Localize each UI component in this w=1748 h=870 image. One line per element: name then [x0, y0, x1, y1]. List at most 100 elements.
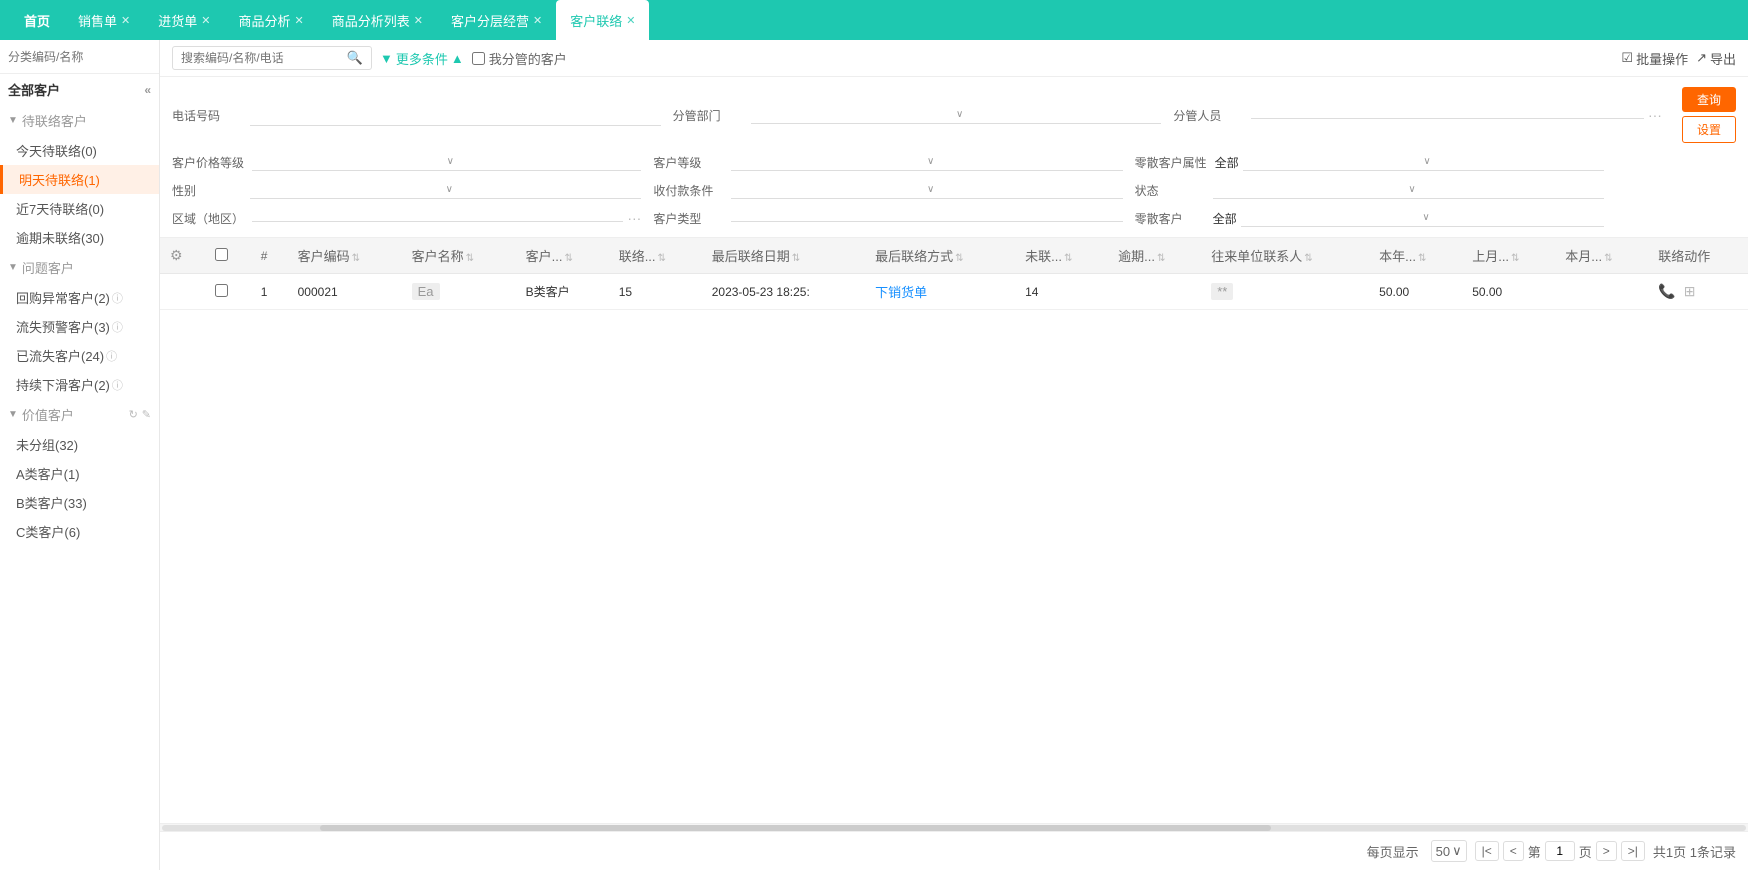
search-box: 🔍: [172, 46, 372, 70]
close-icon[interactable]: ✕: [201, 14, 210, 27]
th-this-month[interactable]: 本月...⇅: [1555, 238, 1648, 274]
nav-customer-contact[interactable]: 客户联络 ✕: [556, 0, 649, 40]
th-this-year[interactable]: 本年...⇅: [1369, 238, 1462, 274]
nav-product-analysis-list[interactable]: 商品分析列表 ✕: [318, 0, 437, 40]
all-customers-header[interactable]: 全部客户 «: [0, 74, 159, 105]
filter-retail-customer-select[interactable]: ∨: [1241, 209, 1604, 227]
more-icon[interactable]: ···: [1644, 107, 1662, 123]
my-customers-checkbox-label[interactable]: 我分管的客户: [472, 49, 567, 68]
value-group-title: ▼ 价值客户 ↻ ✎: [0, 399, 159, 430]
filter-panel: 电话号码 分管部门 ∨ 分管人员 ···: [160, 77, 1748, 238]
filter-dept: 分管部门 ∨: [673, 106, 1162, 124]
th-no-contact[interactable]: 未联...⇅: [1015, 238, 1108, 274]
filter-retail-attr-select[interactable]: ∨: [1243, 153, 1604, 171]
sidebar-item-declining[interactable]: 持续下滑客户(2) ⓘ: [0, 370, 159, 399]
per-page-label: 每页显示: [1367, 842, 1419, 861]
filter-region: 区域（地区） ···: [172, 210, 641, 227]
nav-sales-order[interactable]: 销售单 ✕: [64, 0, 144, 40]
prev-page-button[interactable]: <: [1503, 841, 1524, 861]
chevron-up-icon: ▲: [451, 51, 464, 66]
th-last-contact-method[interactable]: 最后联络方式⇅: [865, 238, 1015, 274]
close-icon[interactable]: ✕: [626, 14, 635, 27]
sidebar-item-churned[interactable]: 已流失客户(24) ⓘ: [0, 341, 159, 370]
td-checkbox[interactable]: [205, 274, 251, 310]
th-last-contact-date[interactable]: 最后联络日期⇅: [702, 238, 865, 274]
last-contact-method-link[interactable]: 下销货单: [875, 285, 927, 300]
th-contact-person[interactable]: 往来单位联系人⇅: [1201, 238, 1369, 274]
qr-action-icon[interactable]: ⊞: [1684, 283, 1696, 300]
more-filter-button[interactable]: ▼ 更多条件 ▲: [380, 49, 464, 68]
sort-icon: ⇅: [792, 253, 800, 264]
scrollbar-thumb[interactable]: [320, 825, 1270, 831]
close-icon[interactable]: ✕: [533, 14, 542, 27]
sidebar-item-today-pending[interactable]: 今天待联络(0): [0, 136, 159, 165]
nav-product-analysis[interactable]: 商品分析 ✕: [224, 0, 317, 40]
th-code[interactable]: 客户编码⇅: [288, 238, 402, 274]
next-page-button[interactable]: >: [1596, 841, 1617, 861]
th-name[interactable]: 客户名称⇅: [402, 238, 516, 274]
sort-icon: ⇅: [1064, 253, 1072, 264]
filter-price-level-select[interactable]: ∨: [252, 153, 641, 171]
sort-icon: ⇅: [352, 253, 360, 264]
th-last-month[interactable]: 上月...⇅: [1462, 238, 1555, 274]
filter-dept-label: 分管部门: [673, 107, 743, 124]
refresh-icon[interactable]: ↻: [129, 408, 138, 421]
search-input[interactable]: [181, 51, 347, 65]
close-icon[interactable]: ✕: [414, 14, 423, 27]
batch-operation-button[interactable]: ☑ 批量操作: [1621, 49, 1688, 68]
horizontal-scrollbar[interactable]: [160, 823, 1748, 831]
filter-region-select[interactable]: [252, 215, 623, 222]
per-page-select[interactable]: 50 ∨: [1431, 840, 1467, 862]
search-icon[interactable]: 🔍: [347, 50, 363, 66]
sidebar-item-class-c[interactable]: C类客户(6): [0, 517, 159, 546]
th-contact-count[interactable]: 联络...⇅: [609, 238, 702, 274]
my-customers-checkbox[interactable]: [472, 52, 485, 65]
sidebar-item-7day-pending[interactable]: 近7天待联络(0): [0, 194, 159, 223]
gear-icon[interactable]: ⚙: [170, 247, 183, 263]
total-label: 共1页 1条记录: [1653, 842, 1736, 861]
th-overdue[interactable]: 逾期...⇅: [1108, 238, 1201, 274]
nav-customer-segment[interactable]: 客户分层经营 ✕: [437, 0, 556, 40]
filter-customer-type: 客户类型: [653, 210, 1122, 227]
scrollbar-track: [162, 825, 1746, 831]
nav-home[interactable]: 首页: [10, 0, 64, 40]
phone-action-icon[interactable]: 📞: [1658, 283, 1675, 300]
nav-purchase-order[interactable]: 进货单 ✕: [144, 0, 224, 40]
sidebar-item-class-a[interactable]: A类客户(1): [0, 459, 159, 488]
edit-icon[interactable]: ✎: [142, 408, 151, 421]
filter-gender-select[interactable]: ∨: [250, 181, 641, 199]
sidebar-item-tomorrow-pending[interactable]: 明天待联络(1): [0, 165, 159, 194]
query-button[interactable]: 查询: [1682, 87, 1736, 112]
export-button[interactable]: ↗ 导出: [1696, 49, 1736, 68]
filter-row-1: 电话号码 分管部门 ∨ 分管人员 ···: [172, 87, 1736, 143]
more-icon[interactable]: ···: [623, 210, 641, 226]
sidebar-item-ungrouped[interactable]: 未分组(32): [0, 430, 159, 459]
filter-customer-level-select[interactable]: ∨: [731, 153, 1122, 171]
th-type[interactable]: 客户...⇅: [516, 238, 609, 274]
filter-phone-input[interactable]: [250, 105, 661, 126]
th-checkbox[interactable]: [205, 238, 251, 274]
sidebar-item-class-b[interactable]: B类客户(33): [0, 488, 159, 517]
page-number-input[interactable]: [1545, 841, 1575, 861]
filter-person-select[interactable]: [1251, 112, 1644, 119]
select-all-checkbox[interactable]: [215, 248, 228, 261]
last-page-button[interactable]: >|: [1621, 841, 1645, 861]
sort-icon: ⇅: [1157, 253, 1165, 264]
filter-status-select[interactable]: ∨: [1213, 181, 1604, 199]
chevron-down-icon: ▼: [8, 409, 18, 420]
first-page-button[interactable]: |<: [1475, 841, 1499, 861]
close-icon[interactable]: ✕: [295, 14, 304, 27]
sidebar-item-overdue-pending[interactable]: 逾期未联络(30): [0, 223, 159, 252]
sidebar-item-churn-warning[interactable]: 流失预警客户(3) ⓘ: [0, 312, 159, 341]
filter-customer-type-select[interactable]: [731, 215, 1122, 222]
sidebar-search-input[interactable]: [8, 50, 160, 64]
filter-dept-select[interactable]: ∨: [751, 106, 1162, 124]
close-icon[interactable]: ✕: [121, 14, 130, 27]
sort-icon: ⇅: [1418, 253, 1426, 264]
th-gear[interactable]: ⚙: [160, 238, 205, 274]
setting-button[interactable]: 设置: [1682, 116, 1736, 143]
sidebar-item-repurchase-abnormal[interactable]: 回购异常客户(2) ⓘ: [0, 283, 159, 312]
filter-status-label: 状态: [1135, 182, 1205, 199]
row-checkbox[interactable]: [215, 284, 228, 297]
filter-payment-select[interactable]: ∨: [731, 181, 1122, 199]
